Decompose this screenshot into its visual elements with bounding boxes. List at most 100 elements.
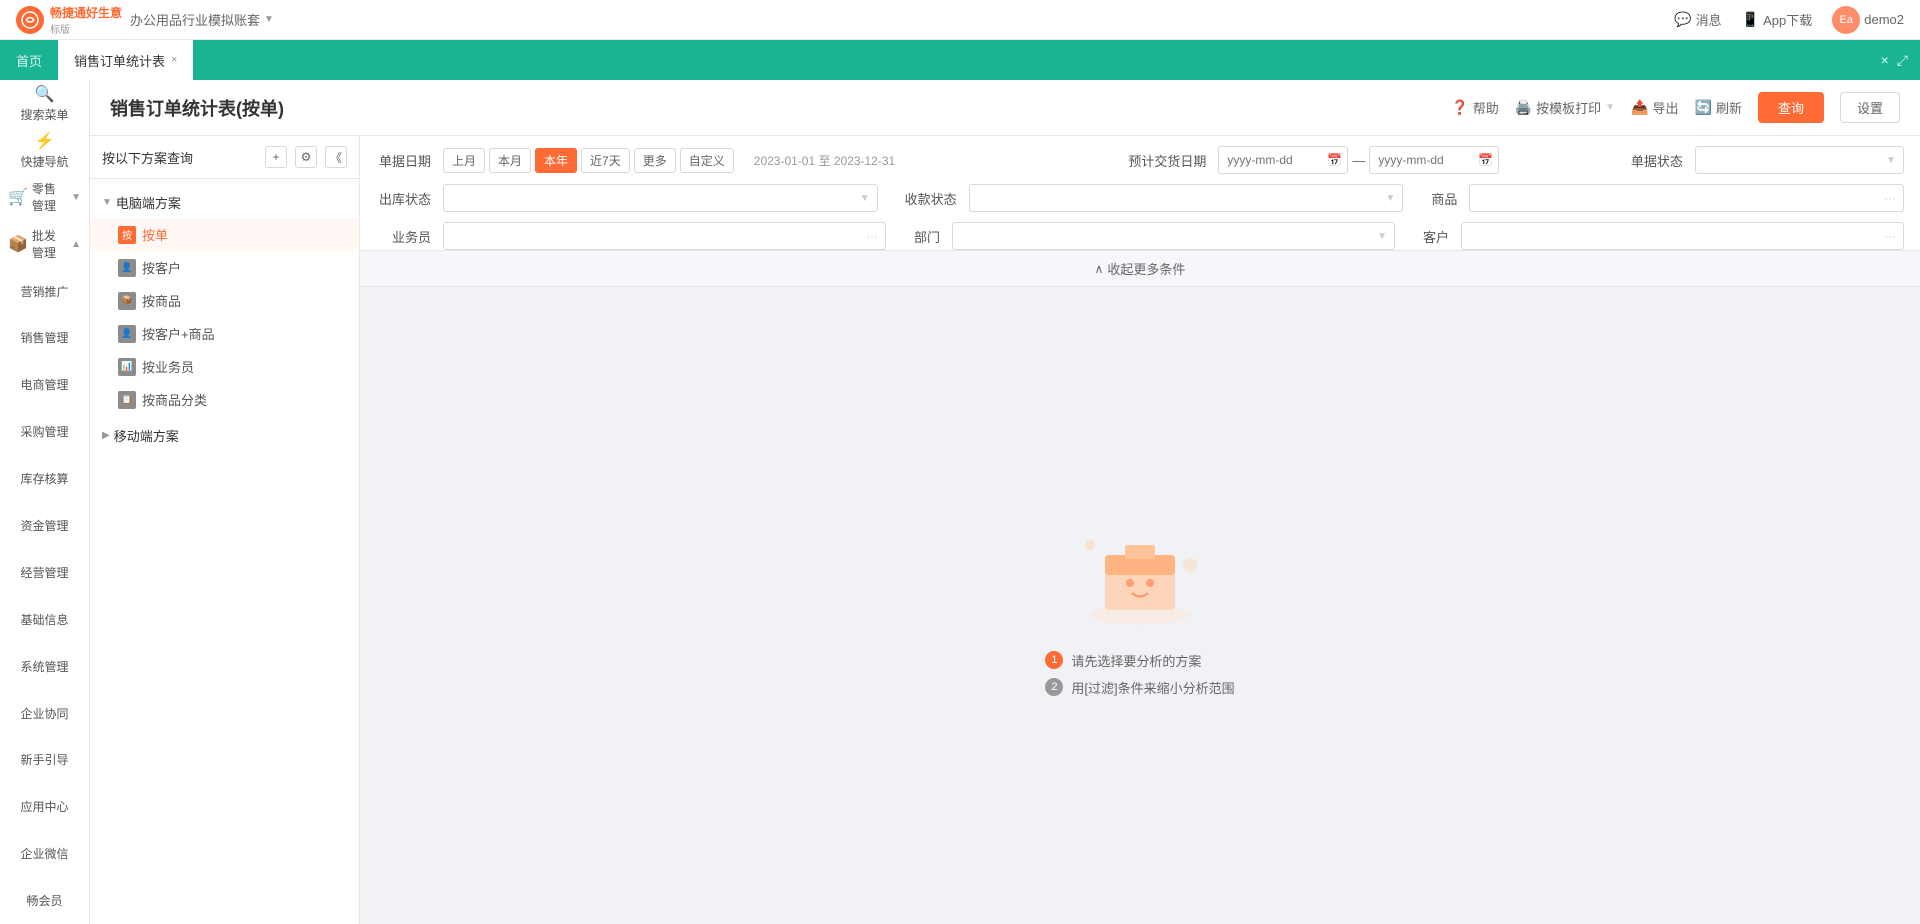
date-btn-last7days[interactable]: 近7天 [581, 148, 630, 173]
tab-sales-order[interactable]: 销售订单统计表 × [58, 40, 193, 80]
tree-group-mobile-header[interactable]: ▶ 移动端方案 [90, 420, 359, 451]
by-customer-icon: 👤 [118, 259, 136, 277]
sidebar-item-wholesale[interactable]: 📦 批发管理 ▲ [0, 221, 89, 268]
customer-select[interactable] [1461, 222, 1904, 250]
tip-num-2: 2 [1045, 678, 1063, 696]
goods-select[interactable] [1469, 184, 1904, 212]
sidebar-item-newbie[interactable]: 新手引导 [0, 736, 89, 783]
main-layout: 🔍 搜索菜单 ⚡ 快捷导航 🛒 零售管理 ▼ 📦 批发管理 ▲ 营销推广 销售管… [0, 80, 1920, 924]
sidebar-item-search[interactable]: 🔍 搜索菜单 [0, 80, 89, 127]
print-dropdown-icon[interactable]: ▼ [1605, 102, 1615, 113]
by-goods-icon: 📦 [118, 292, 136, 310]
dept-caret-icon: ▼ [1377, 231, 1387, 242]
customer-select-wrapper: ··· [1461, 222, 1904, 250]
right-content: 单据日期 上月 本月 本年 近7天 更多 自定义 2023-01-01 至 20… [360, 136, 1920, 924]
left-panel-header: 按以下方案查询 + ⚙ 《 [90, 136, 359, 179]
salesperson-dots-icon[interactable]: ··· [866, 229, 878, 243]
page-header: 销售订单统计表(按单) ❓ 帮助 🖨️ 按模板打印 ▼ 📤 导出 [90, 80, 1920, 136]
receipt-select[interactable] [969, 184, 1404, 212]
sidebar-item-purchase[interactable]: 采购管理 [0, 408, 89, 455]
order-status-select-wrapper: ▼ [1695, 146, 1904, 174]
sidebar-item-system[interactable]: 系统管理 [0, 643, 89, 690]
query-btn[interactable]: 查询 [1758, 92, 1824, 123]
receipt-select-wrapper: ▼ [969, 184, 1404, 212]
sidebar-item-sales[interactable]: 销售管理 [0, 314, 89, 361]
collapse-filters-btn[interactable]: ∧ 收起更多条件 [360, 250, 1920, 286]
salesperson-label: 业务员 [376, 227, 431, 246]
content-main: 按以下方案查询 + ⚙ 《 ▼ 电脑端方案 按 按单 [90, 136, 1920, 924]
tab-home[interactable]: 首页 [0, 40, 58, 80]
settings-btn[interactable]: 设置 [1840, 92, 1900, 123]
by-salesperson-icon: 📊 [118, 358, 136, 376]
app-download-btn[interactable]: 📱 App下载 [1742, 10, 1813, 29]
print-btn[interactable]: 🖨️ 按模板打印 ▼ [1515, 98, 1615, 117]
scheme-settings-btn[interactable]: ⚙ [295, 146, 317, 168]
sidebar-item-quicknav[interactable]: ⚡ 快捷导航 [0, 127, 89, 174]
sidebar-item-operations[interactable]: 经营管理 [0, 549, 89, 596]
date-options-group: 上月 本月 本年 近7天 更多 自定义 [443, 148, 734, 173]
dept-select[interactable] [952, 222, 1395, 250]
user-profile[interactable]: Ea demo2 [1832, 6, 1904, 34]
customer-dots-icon[interactable]: ··· [1884, 229, 1896, 243]
customer-label: 客户 [1419, 227, 1449, 246]
goods-dots-icon[interactable]: ··· [1884, 191, 1896, 205]
refresh-btn[interactable]: 🔄 刷新 [1695, 98, 1742, 117]
date-btn-more[interactable]: 更多 [634, 148, 676, 173]
tab-close-btn[interactable]: × [171, 54, 177, 66]
wholesale-arrow-icon: ▲ [71, 239, 81, 250]
sidebar-item-enterprise[interactable]: 企业协同 [0, 690, 89, 737]
sidebar-item-basic[interactable]: 基础信息 [0, 596, 89, 643]
tree-item-by-order[interactable]: 按 按单 [90, 218, 359, 251]
left-panel-title: 按以下方案查询 [102, 148, 257, 167]
tab-maximize-btn[interactable]: ⤢ [1897, 52, 1908, 69]
order-status-select[interactable] [1695, 146, 1904, 174]
tree-group-mobile: ▶ 移动端方案 [90, 420, 359, 451]
salesperson-select-wrapper: ··· [443, 222, 886, 250]
date-btn-thismonth[interactable]: 本月 [489, 148, 531, 173]
filter-top-bar: 单据日期 上月 本月 本年 近7天 更多 自定义 2023-01-01 至 20… [360, 136, 1920, 287]
date-btn-custom[interactable]: 自定义 [680, 148, 734, 173]
sidebar-item-member[interactable]: 畅会员 [0, 877, 89, 924]
print-icon: 🖨️ [1515, 99, 1532, 116]
filter-row-2: 出库状态 ▼ 收款状态 ▼ 商品 [376, 184, 1904, 212]
delivery-caret-icon: ▼ [860, 193, 870, 204]
tab-bar: 首页 销售订单统计表 × × ⤢ [0, 40, 1920, 80]
sidebar-item-marketing[interactable]: 营销推广 [0, 268, 89, 315]
left-panel: 按以下方案查询 + ⚙ 《 ▼ 电脑端方案 按 按单 [90, 136, 360, 924]
tree-item-by-salesperson[interactable]: 📊 按业务员 [90, 350, 359, 383]
salesperson-select[interactable] [443, 222, 886, 250]
add-scheme-btn[interactable]: + [265, 146, 287, 168]
search-icon: 🔍 [35, 84, 55, 104]
help-icon: ❓ [1451, 99, 1468, 116]
expected-date-start-wrapper: 📅 [1218, 146, 1348, 174]
logo-text: 畅捷通好生意 标版 [50, 4, 122, 36]
message-btn[interactable]: 💬 消息 [1674, 10, 1721, 29]
sidebar-item-retail[interactable]: 🛒 零售管理 ▼ [0, 174, 89, 221]
tree-item-by-goods[interactable]: 📦 按商品 [90, 284, 359, 317]
tree-item-by-customer-goods[interactable]: 👤 按客户+商品 [90, 317, 359, 350]
sidebar-item-appstore[interactable]: 应用中心 [0, 783, 89, 830]
receipt-caret-icon: ▼ [1385, 193, 1395, 204]
tree-group-desktop: ▼ 电脑端方案 按 按单 👤 按客户 📦 按 [90, 187, 359, 416]
sidebar-item-inventory[interactable]: 库存核算 [0, 455, 89, 502]
receipt-label: 收款状态 [902, 189, 957, 208]
by-customer-goods-icon: 👤 [118, 325, 136, 343]
delivery-select[interactable] [443, 184, 878, 212]
tree-item-by-customer[interactable]: 👤 按客户 [90, 251, 359, 284]
date-btn-lastmonth[interactable]: 上月 [443, 148, 485, 173]
export-btn[interactable]: 📤 导出 [1631, 98, 1678, 117]
sidebar-item-ecom[interactable]: 电商管理 [0, 361, 89, 408]
delivery-label: 出库状态 [376, 189, 431, 208]
header-right: 💬 消息 📱 App下载 Ea demo2 [1674, 6, 1904, 34]
help-btn[interactable]: ❓ 帮助 [1451, 98, 1498, 117]
sidebar-item-wechat[interactable]: 企业微信 [0, 830, 89, 877]
message-icon: 💬 [1674, 11, 1691, 28]
tab-minimize-btn[interactable]: × [1881, 52, 1889, 68]
sidebar-item-finance[interactable]: 资金管理 [0, 502, 89, 549]
tree-group-desktop-header[interactable]: ▼ 电脑端方案 [90, 187, 359, 218]
collapse-panel-btn[interactable]: 《 [325, 146, 347, 168]
dept-select-wrapper: ▼ [952, 222, 1395, 250]
date-btn-thisyear[interactable]: 本年 [535, 148, 577, 173]
account-selector[interactable]: 办公用品行业模拟账套 ▼ [130, 10, 274, 29]
tree-item-by-category[interactable]: 📋 按商品分类 [90, 383, 359, 416]
